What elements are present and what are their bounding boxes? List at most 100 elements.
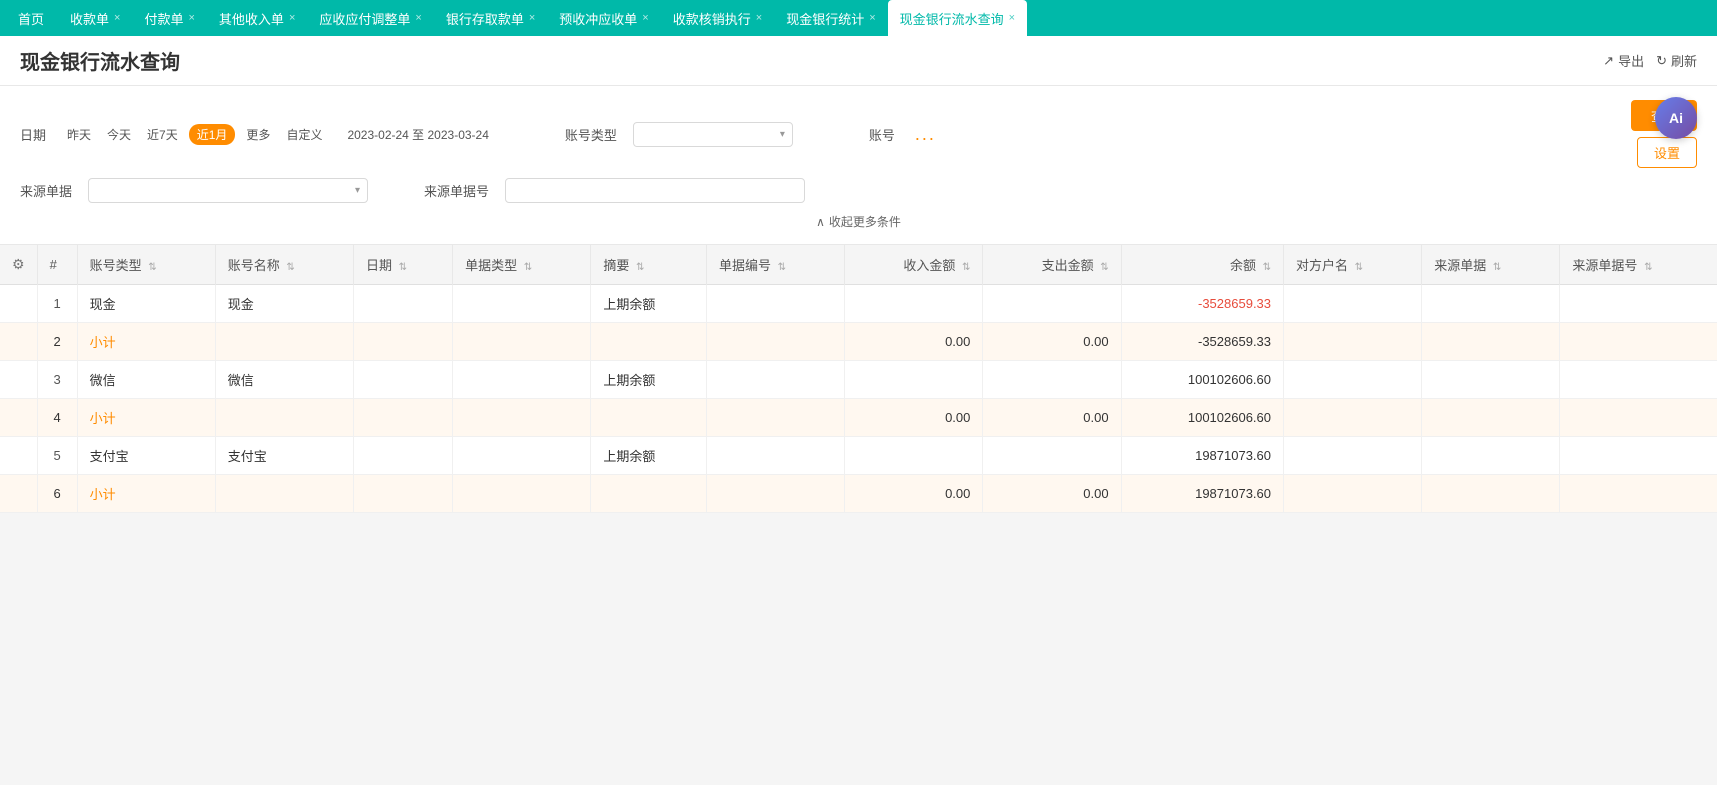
sort-icon: ⇅ [399,262,407,273]
row-account-name: 现金 [215,285,353,323]
row-counterparty [1284,361,1422,399]
row-doc-type [453,361,591,399]
close-icon[interactable]: × [415,12,421,24]
close-icon[interactable]: × [188,12,194,24]
row-date [353,475,452,513]
row-account-name: 微信 [215,361,353,399]
tab-bank-deposit[interactable]: 银行存取款单 × [434,0,547,36]
row-doc-no [706,361,844,399]
th-summary[interactable]: 摘要 ⇅ [591,245,707,285]
table-body: 1 现金 现金 上期余额 -3528659.33 2 小计 0.00 0.00 … [0,285,1717,513]
row-balance: -3528659.33 [1121,323,1283,361]
row-income [845,285,983,323]
sort-icon: ⇅ [1355,262,1363,273]
refresh-icon: ↻ [1656,53,1667,69]
date-btn-1month[interactable]: 近1月 [189,124,236,145]
tab-receipts[interactable]: 收款单 × [58,0,132,36]
collapse-icon: ∧ [816,215,825,229]
row-account-type: 小计 [77,323,215,361]
tab-cash-bank-flow[interactable]: 现金银行流水查询 × [888,0,1027,36]
row-source-doc-no [1560,437,1717,475]
date-btn-today[interactable]: 今天 [102,124,136,145]
close-icon[interactable]: × [289,12,295,24]
filter-row-2: 来源单据 ▾ 来源单据号 [20,178,1697,203]
th-expense[interactable]: 支出金额 ⇅ [983,245,1121,285]
close-icon[interactable]: × [1009,12,1015,24]
row-index: 2 [37,323,77,361]
close-icon[interactable]: × [869,12,875,24]
row-balance: 100102606.60 [1121,399,1283,437]
th-income[interactable]: 收入金额 ⇅ [845,245,983,285]
close-icon[interactable]: × [114,12,120,24]
table-header-row: ⚙ # 账号类型 ⇅ 账号名称 ⇅ 日期 ⇅ 单据类型 [0,245,1717,285]
row-source-doc-no [1560,361,1717,399]
th-counterparty[interactable]: 对方户名 ⇅ [1284,245,1422,285]
row-index: 5 [37,437,77,475]
source-doc-num-input[interactable] [505,178,805,203]
th-index[interactable]: # [37,245,77,285]
tab-prepay-offset[interactable]: 预收冲应收单 × [547,0,660,36]
th-doc-no[interactable]: 单据编号 ⇅ [706,245,844,285]
sort-icon: ⇅ [148,262,156,273]
settings-button[interactable]: 设置 [1637,137,1697,168]
close-icon[interactable]: × [756,12,762,24]
account-type-select[interactable]: 现金 微信 支付宝 [633,122,793,147]
date-btn-7days[interactable]: 近7天 [142,124,183,145]
sort-icon: ⇅ [1644,262,1652,273]
refresh-button[interactable]: ↻ 刷新 [1656,51,1697,70]
th-balance[interactable]: 余额 ⇅ [1121,245,1283,285]
source-doc-wrapper: ▾ [88,178,368,203]
row-doc-type [453,285,591,323]
tab-ar-ap-adjust[interactable]: 应收应付调整单 × [307,0,433,36]
source-doc-select[interactable] [88,178,368,203]
date-label: 日期 [20,125,46,144]
row-doc-no [706,323,844,361]
date-btn-more[interactable]: 更多 [241,124,275,145]
table-row: 6 小计 0.00 0.00 19871073.60 [0,475,1717,513]
date-options: 昨天 今天 近7天 近1月 更多 自定义 [62,124,327,145]
page-header: 现金银行流水查询 ↗ 导出 ↻ 刷新 [0,36,1717,86]
date-btn-custom[interactable]: 自定义 [281,124,327,145]
th-doc-type[interactable]: 单据类型 ⇅ [453,245,591,285]
tab-receipt-verify[interactable]: 收款核销执行 × [661,0,774,36]
row-expense: 0.00 [983,475,1121,513]
row-summary: 上期余额 [591,285,707,323]
close-icon[interactable]: × [529,12,535,24]
th-account-name[interactable]: 账号名称 ⇅ [215,245,353,285]
account-picker-button[interactable]: ... [911,124,940,145]
row-gear [0,285,37,323]
close-icon[interactable]: × [642,12,648,24]
row-counterparty [1284,437,1422,475]
table-row: 2 小计 0.00 0.00 -3528659.33 [0,323,1717,361]
th-source-doc-no[interactable]: 来源单据号 ⇅ [1560,245,1717,285]
tab-cash-bank-stats[interactable]: 现金银行统计 × [774,0,887,36]
row-income: 0.00 [845,475,983,513]
row-counterparty [1284,475,1422,513]
sort-icon: ⇅ [1263,262,1271,273]
ai-assistant-button[interactable]: Ai [1655,97,1697,139]
tab-payments[interactable]: 付款单 × [132,0,206,36]
th-date[interactable]: 日期 ⇅ [353,245,452,285]
row-expense [983,285,1121,323]
th-source-doc[interactable]: 来源单据 ⇅ [1422,245,1560,285]
th-account-type[interactable]: 账号类型 ⇅ [77,245,215,285]
row-expense: 0.00 [983,323,1121,361]
header-actions: ↗ 导出 ↻ 刷新 [1603,51,1697,70]
row-doc-no [706,437,844,475]
row-gear [0,475,37,513]
row-income [845,361,983,399]
account-type-wrapper: 现金 微信 支付宝 ▾ [633,122,793,147]
home-tab[interactable]: 首页 [4,0,58,36]
th-gear[interactable]: ⚙ [0,245,37,285]
row-account-type: 微信 [77,361,215,399]
collapse-row: ∧ 收起更多条件 [20,213,1697,230]
tab-other-income[interactable]: 其他收入单 × [207,0,307,36]
source-doc-label: 来源单据 [20,181,72,200]
row-source-doc [1422,285,1560,323]
row-income: 0.00 [845,323,983,361]
row-doc-type [453,437,591,475]
export-button[interactable]: ↗ 导出 [1603,51,1644,70]
collapse-button[interactable]: ∧ 收起更多条件 [816,213,901,230]
sort-icon: ⇅ [1100,262,1108,273]
date-btn-yesterday[interactable]: 昨天 [62,124,96,145]
